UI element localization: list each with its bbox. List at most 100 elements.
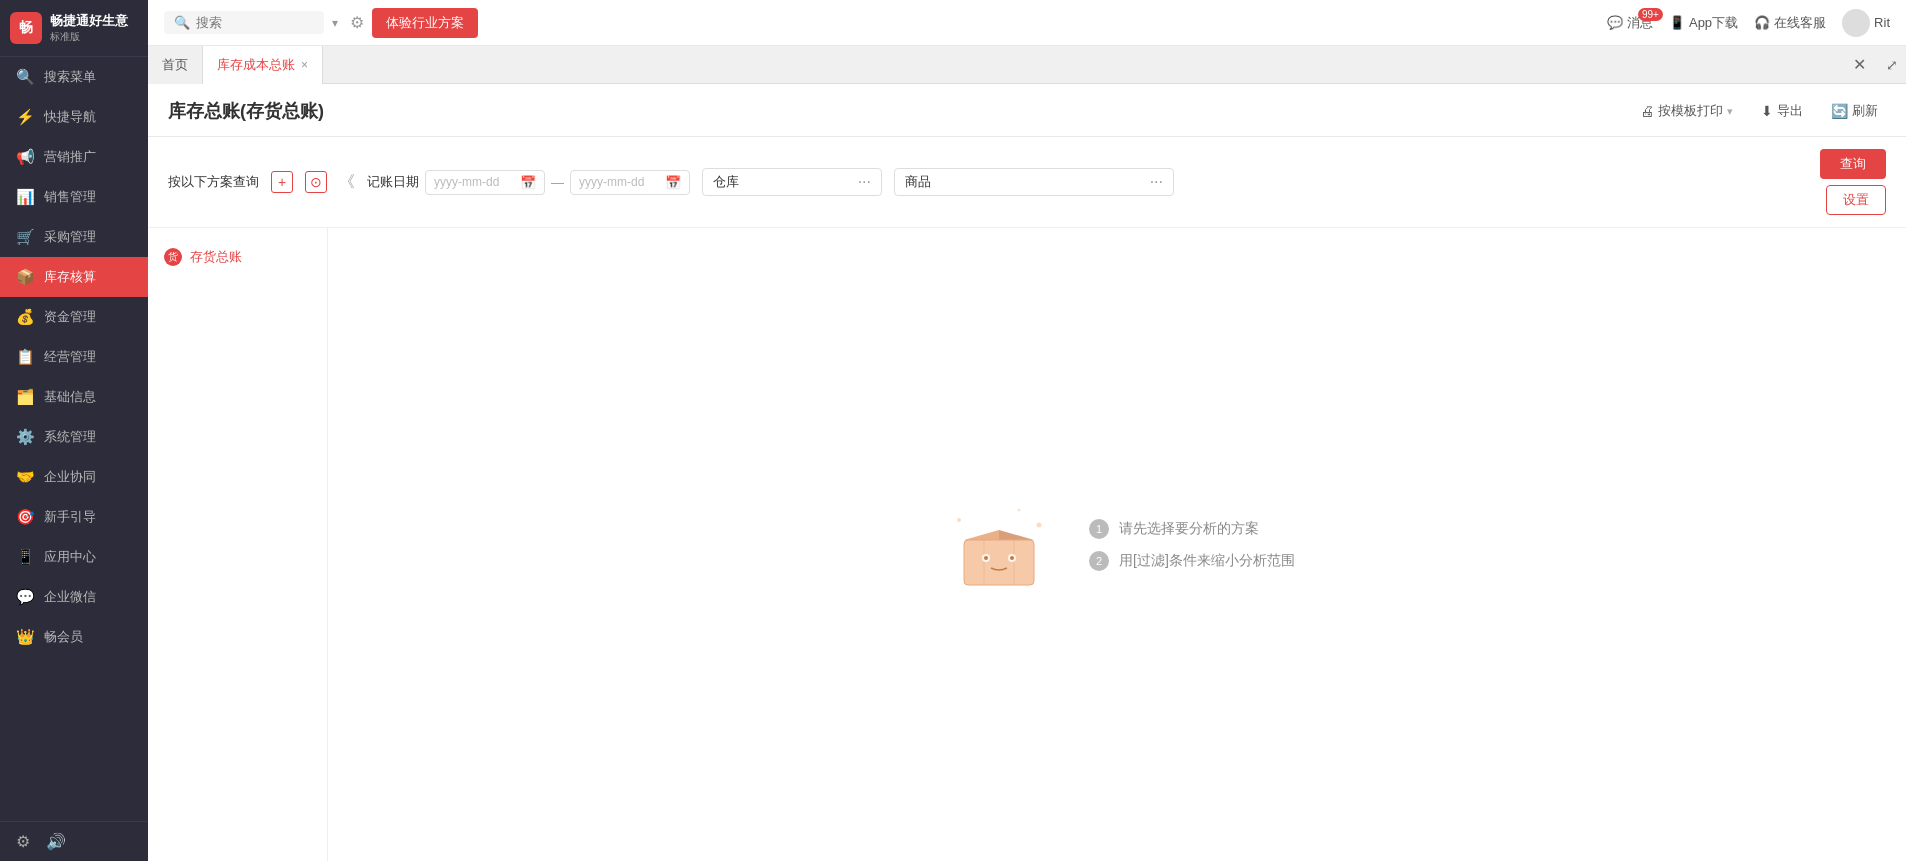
sidebar-item-label: 搜索菜单 [44, 68, 96, 86]
scheme-sidebar: 货 存货总账 [148, 228, 328, 861]
svg-point-9 [1010, 556, 1014, 560]
tab-home[interactable]: 首页 [148, 46, 203, 84]
topbar-message-item[interactable]: 💬 消息 99+ [1607, 14, 1653, 32]
marketing-icon: 📢 [16, 148, 34, 166]
topbar: 🔍 ▾ ⚙ 体验行业方案 💬 消息 99+ 📱 App下载 🎧 在线客服 [148, 0, 1906, 46]
sidebar-item-corp[interactable]: 🤝 企业协同 [0, 457, 148, 497]
sidebar-item-label: 快捷导航 [44, 108, 96, 126]
logo-text: 畅捷通好生意 标准版 [50, 12, 128, 44]
content: 库存总账(存货总账) 🖨 按模板打印 ▾ ⬇ 导出 🔄 刷新 [148, 84, 1906, 861]
sales-icon: 📊 [16, 188, 34, 206]
search-input[interactable] [196, 15, 296, 30]
app-download-label: App下载 [1689, 14, 1738, 32]
active-tab-label: 库存成本总账 [217, 56, 295, 74]
sidebar-item-label: 资金管理 [44, 308, 96, 326]
query-button[interactable]: 查询 [1820, 149, 1886, 179]
sidebar-scroll: 🔍 搜索菜单 ⚡ 快捷导航 📢 营销推广 📊 销售管理 🛒 采购管理 📦 库存核… [0, 57, 148, 821]
scheme-item-label: 存货总账 [190, 248, 242, 266]
message-badge: 99+ [1638, 8, 1663, 21]
sidebar-item-label: 营销推广 [44, 148, 96, 166]
sidebar-item-search[interactable]: 🔍 搜索菜单 [0, 57, 148, 97]
tab-inventory-ledger[interactable]: 库存成本总账 × [203, 46, 323, 84]
user-name: Rit [1874, 15, 1890, 30]
sidebar-speaker-icon[interactable]: 🔊 [46, 832, 66, 851]
tip-num-2: 2 [1089, 551, 1109, 571]
svg-marker-1 [964, 530, 999, 540]
logo-icon: 畅 [10, 12, 42, 44]
calendar-end-icon[interactable]: 📅 [665, 175, 681, 190]
sidebar-item-operation[interactable]: 📋 经营管理 [0, 337, 148, 377]
topbar-search-area[interactable]: 🔍 [164, 11, 324, 34]
scheme-item-inventory-ledger[interactable]: 货 存货总账 [148, 238, 327, 276]
date-start-placeholder: yyyy-mm-dd [434, 175, 499, 189]
warehouse-more-icon[interactable]: ··· [858, 173, 871, 191]
sidebar-item-quick-nav[interactable]: ⚡ 快捷导航 [0, 97, 148, 137]
filter-schema-button[interactable]: ⊙ [305, 171, 327, 193]
sidebar-item-sales[interactable]: 📊 销售管理 [0, 177, 148, 217]
export-icon: ⬇ [1761, 103, 1773, 119]
app-download-icon: 📱 [1669, 15, 1685, 30]
empty-tip-2: 2 用[过滤]条件来缩小分析范围 [1089, 551, 1295, 571]
wechat-icon: 💬 [16, 588, 34, 606]
sidebar-item-member[interactable]: 👑 畅会员 [0, 617, 148, 657]
quick-nav-icon: ⚡ [16, 108, 34, 126]
filter-collapse-icon[interactable]: 《 [339, 172, 355, 193]
settings-button[interactable]: 设置 [1826, 185, 1886, 215]
scheme-item-icon: 货 [164, 248, 182, 266]
sidebar-item-label: 畅会员 [44, 628, 83, 646]
sidebar-item-system[interactable]: ⚙️ 系统管理 [0, 417, 148, 457]
online-support-label: 在线客服 [1774, 14, 1826, 32]
sidebar-item-label: 采购管理 [44, 228, 96, 246]
print-btn[interactable]: 🖨 按模板打印 ▾ [1632, 98, 1741, 124]
date-end-input[interactable]: yyyy-mm-dd 📅 [570, 170, 690, 195]
filter-bar: 按以下方案查询 + ⊙ 《 记账日期 yyyy-mm-dd 📅 — yyyy-m… [148, 137, 1906, 228]
sidebar-item-finance[interactable]: 💰 资金管理 [0, 297, 148, 337]
industry-btn[interactable]: 体验行业方案 [372, 8, 478, 38]
goods-more-icon[interactable]: ··· [1150, 173, 1163, 191]
empty-tips: 1 请先选择要分析的方案 2 用[过滤]条件来缩小分析范围 [1089, 519, 1295, 571]
topbar-right: 💬 消息 99+ 📱 App下载 🎧 在线客服 Rit [1607, 9, 1890, 37]
date-end-placeholder: yyyy-mm-dd [579, 175, 644, 189]
print-label: 按模板打印 [1658, 102, 1723, 120]
sidebar-item-inventory[interactable]: 📦 库存核算 [0, 257, 148, 297]
sidebar-item-marketing[interactable]: 📢 营销推广 [0, 137, 148, 177]
tab-close-icon[interactable]: × [301, 58, 308, 72]
panel-close-icon[interactable]: ✕ [1841, 55, 1878, 74]
sidebar-logo: 畅 畅捷通好生意 标准版 [0, 0, 148, 57]
refresh-icon: 🔄 [1831, 103, 1848, 119]
goods-input[interactable]: 商品 ··· [894, 168, 1174, 196]
sidebar-item-basic[interactable]: 🗂️ 基础信息 [0, 377, 148, 417]
sidebar-item-purchase[interactable]: 🛒 采购管理 [0, 217, 148, 257]
panel-resize-icon[interactable]: ⤢ [1878, 57, 1906, 73]
goods-label: 商品 [905, 173, 931, 191]
calendar-start-icon[interactable]: 📅 [520, 175, 536, 190]
refresh-btn[interactable]: 🔄 刷新 [1823, 98, 1886, 124]
svg-marker-2 [999, 530, 1034, 540]
member-icon: 👑 [16, 628, 34, 646]
svg-rect-0 [964, 540, 1034, 585]
export-label: 导出 [1777, 102, 1803, 120]
sidebar-item-label: 经营管理 [44, 348, 96, 366]
headset-icon: 🎧 [1754, 15, 1770, 30]
corp-icon: 🤝 [16, 468, 34, 486]
print-chevron-icon[interactable]: ▾ [1727, 105, 1733, 118]
date-input-group: 记账日期 yyyy-mm-dd 📅 — yyyy-mm-dd 📅 [367, 170, 690, 195]
export-btn[interactable]: ⬇ 导出 [1753, 98, 1811, 124]
topbar-gear-icon[interactable]: ⚙ [350, 13, 364, 32]
sidebar-item-appcenter[interactable]: 📱 应用中心 [0, 537, 148, 577]
sidebar-item-label: 新手引导 [44, 508, 96, 526]
sidebar-item-wechat[interactable]: 💬 企业微信 [0, 577, 148, 617]
topbar-app-download-item[interactable]: 📱 App下载 [1669, 14, 1738, 32]
warehouse-input[interactable]: 仓库 ··· [702, 168, 882, 196]
user-profile-item[interactable]: Rit [1842, 9, 1890, 37]
date-separator: — [551, 175, 564, 190]
refresh-label: 刷新 [1852, 102, 1878, 120]
search-icon: 🔍 [174, 15, 190, 30]
topbar-online-support-item[interactable]: 🎧 在线客服 [1754, 14, 1826, 32]
newbie-icon: 🎯 [16, 508, 34, 526]
sidebar-settings-icon[interactable]: ⚙ [16, 832, 30, 851]
topbar-chevron-icon[interactable]: ▾ [332, 16, 338, 30]
sidebar-item-newbie[interactable]: 🎯 新手引导 [0, 497, 148, 537]
date-start-input[interactable]: yyyy-mm-dd 📅 [425, 170, 545, 195]
filter-add-button[interactable]: + [271, 171, 293, 193]
